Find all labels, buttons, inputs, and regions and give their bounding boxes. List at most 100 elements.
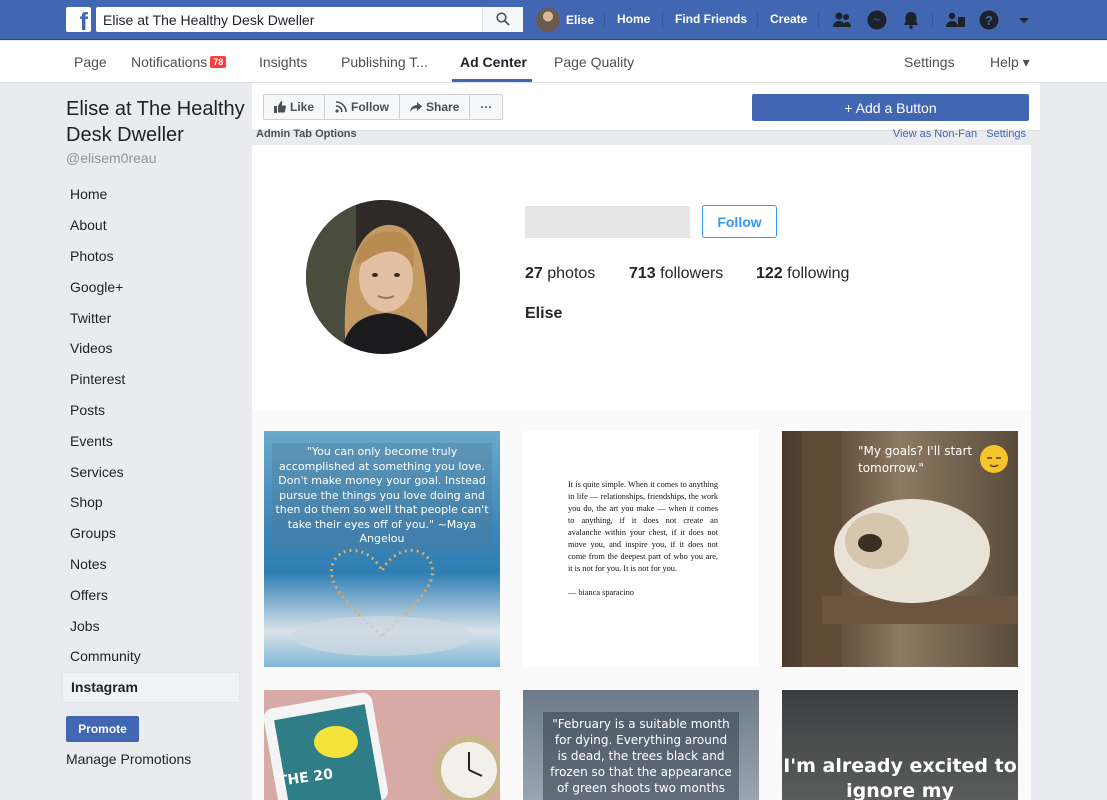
sidebar-item-twitter[interactable]: Twitter — [62, 302, 240, 333]
share-button[interactable]: Share — [400, 95, 471, 119]
follow-button[interactable]: Follow — [325, 95, 401, 119]
friend-requests-icon[interactable] — [831, 9, 853, 31]
thumbs-up-icon — [274, 101, 286, 113]
rss-follow-icon — [335, 101, 347, 113]
tab-help[interactable]: Help ▾ — [990, 54, 1030, 71]
photos-label: photos — [547, 265, 596, 282]
tab-publishing-tools[interactable]: Publishing T... — [341, 54, 428, 70]
sidebar-item-home[interactable]: Home — [62, 179, 240, 210]
page-tab-bar: Page Notifications 78 Insights Publishing… — [0, 41, 1107, 83]
instagram-post-tile[interactable]: "February is a suitable month for dying.… — [523, 690, 759, 800]
help-icon[interactable]: ? — [978, 9, 1000, 31]
maya-angelou-quote-text: "You can only become truly accomplished … — [272, 443, 492, 549]
sidebar-item-photos[interactable]: Photos — [62, 241, 240, 272]
promote-button[interactable]: Promote — [66, 716, 139, 742]
instagram-tab-panel: Follow 27 photos 713 followers 122 follo… — [252, 145, 1031, 800]
following-count: 122 — [756, 265, 783, 282]
instagram-profile-header: Follow 27 photos 713 followers 122 follo… — [252, 145, 1031, 410]
followers-label: followers — [660, 265, 724, 282]
sidebar-item-posts[interactable]: Posts — [62, 395, 240, 426]
create-link[interactable]: Create — [770, 12, 807, 26]
sidebar-item-videos[interactable]: Videos — [62, 333, 240, 364]
sidebar-item-groups[interactable]: Groups — [62, 518, 240, 549]
responsibilities-quote-text: I'm already excited to ignore my respons… — [783, 755, 1017, 800]
facebook-logo-icon[interactable]: f — [66, 7, 91, 32]
instagram-post-tile[interactable]: THE 20 — [264, 690, 500, 800]
instagram-username-placeholder — [525, 206, 690, 238]
instagram-post-tile[interactable]: "You can only become truly accomplished … — [264, 431, 500, 667]
tab-insights[interactable]: Insights — [259, 54, 307, 70]
tab-notifications-label: Notifications — [131, 54, 208, 70]
bianca-sparacino-quote-text: It is quite simple. When it comes to any… — [568, 480, 718, 573]
quote-author: — bianca sparacino — [568, 588, 634, 597]
sidebar-item-events[interactable]: Events — [62, 425, 240, 456]
sidebar-item-services[interactable]: Services — [62, 456, 240, 487]
sidebar-item-instagram[interactable]: Instagram — [62, 671, 240, 703]
sidebar-item-jobs[interactable]: Jobs — [62, 610, 240, 641]
photos-count: 27 — [525, 265, 543, 282]
instagram-post-tile[interactable]: It is quite simple. When it comes to any… — [523, 431, 759, 667]
top-navigation-bar: f Elise Home Find Friends Create ? — [0, 0, 1107, 40]
messenger-icon[interactable] — [866, 9, 888, 31]
divider — [604, 12, 605, 28]
sidebar-item-notes[interactable]: Notes — [62, 549, 240, 580]
followers-stat[interactable]: 713 followers — [629, 265, 723, 283]
page-sidebar-nav: Home About Photos Google+ Twitter Videos Pinte… — [62, 179, 240, 703]
instagram-post-tile[interactable]: "My goals? I'll start tomorrow." — [782, 431, 1018, 667]
pages-feed-icon[interactable] — [944, 9, 966, 31]
following-stat[interactable]: 122 following — [756, 265, 849, 283]
tab-page[interactable]: Page — [74, 54, 107, 70]
divider — [757, 12, 758, 28]
photos-stat[interactable]: 27 photos — [525, 265, 595, 283]
like-button[interactable]: Like — [264, 95, 326, 119]
page-action-bar: Like Follow Share ··· + Add a Button — [252, 83, 1040, 131]
search-input[interactable] — [96, 7, 476, 32]
account-dropdown-icon[interactable] — [1013, 9, 1035, 31]
like-label: Like — [290, 100, 315, 114]
admin-settings-link[interactable]: Settings — [986, 128, 1026, 140]
sidebar-item-google[interactable]: Google+ — [62, 271, 240, 302]
quote-text-block: It is quite simple. When it comes to any… — [568, 479, 718, 599]
search-field-container — [96, 7, 523, 32]
active-tab-indicator — [452, 79, 532, 82]
view-as-non-fan-link[interactable]: View as Non-Fan — [893, 128, 977, 140]
follow-label: Follow — [351, 100, 390, 114]
instagram-follow-button[interactable]: Follow — [702, 205, 777, 238]
notifications-bell-icon[interactable] — [900, 9, 922, 31]
share-arrow-icon — [410, 102, 423, 112]
admin-tab-links: View as Non-Fan Settings — [893, 128, 1026, 140]
sidebar-item-offers[interactable]: Offers — [62, 579, 240, 610]
sidebar-item-shop[interactable]: Shop — [62, 487, 240, 518]
tab-ad-center[interactable]: Ad Center — [460, 54, 527, 70]
search-button[interactable] — [482, 7, 523, 32]
notifications-count-badge: 78 — [210, 56, 227, 68]
profile-link[interactable]: Elise — [536, 8, 594, 32]
february-quote-text: "February is a suitable month for dying.… — [543, 712, 739, 800]
sloth-quote-text: "My goals? I'll start tomorrow." — [858, 444, 973, 475]
tab-page-quality[interactable]: Page Quality — [554, 54, 634, 70]
divider — [662, 12, 663, 28]
profile-portrait-image — [306, 200, 460, 354]
divider — [932, 12, 933, 28]
sidebar-item-pinterest[interactable]: Pinterest — [62, 364, 240, 395]
following-label: following — [787, 265, 850, 282]
sidebar-item-about[interactable]: About — [62, 210, 240, 241]
instagram-post-tile[interactable]: I'm already excited to ignore my respons… — [782, 690, 1018, 800]
profile-name: Elise — [566, 13, 595, 27]
more-options-button[interactable]: ··· — [470, 95, 502, 119]
find-friends-link[interactable]: Find Friends — [675, 12, 747, 26]
home-link[interactable]: Home — [617, 12, 650, 26]
tab-notifications[interactable]: Notifications 78 — [131, 54, 227, 70]
admin-tab-options-bar: Admin Tab Options View as Non-Fan Settin… — [252, 128, 1040, 142]
page-title[interactable]: Elise at The Healthy Desk Dweller — [66, 96, 246, 148]
page-handle: @elisem0reau — [66, 150, 157, 166]
instagram-display-name: Elise — [525, 305, 563, 322]
instagram-profile-photo[interactable] — [306, 200, 460, 354]
add-a-button-button[interactable]: + Add a Button — [752, 94, 1029, 121]
sidebar-item-community[interactable]: Community — [62, 641, 240, 672]
tab-settings[interactable]: Settings — [904, 54, 955, 70]
share-label: Share — [426, 100, 460, 114]
page-action-buttons: Like Follow Share ··· — [263, 94, 504, 120]
svg-text:?: ? — [985, 13, 993, 28]
manage-promotions-link[interactable]: Manage Promotions — [66, 751, 191, 767]
